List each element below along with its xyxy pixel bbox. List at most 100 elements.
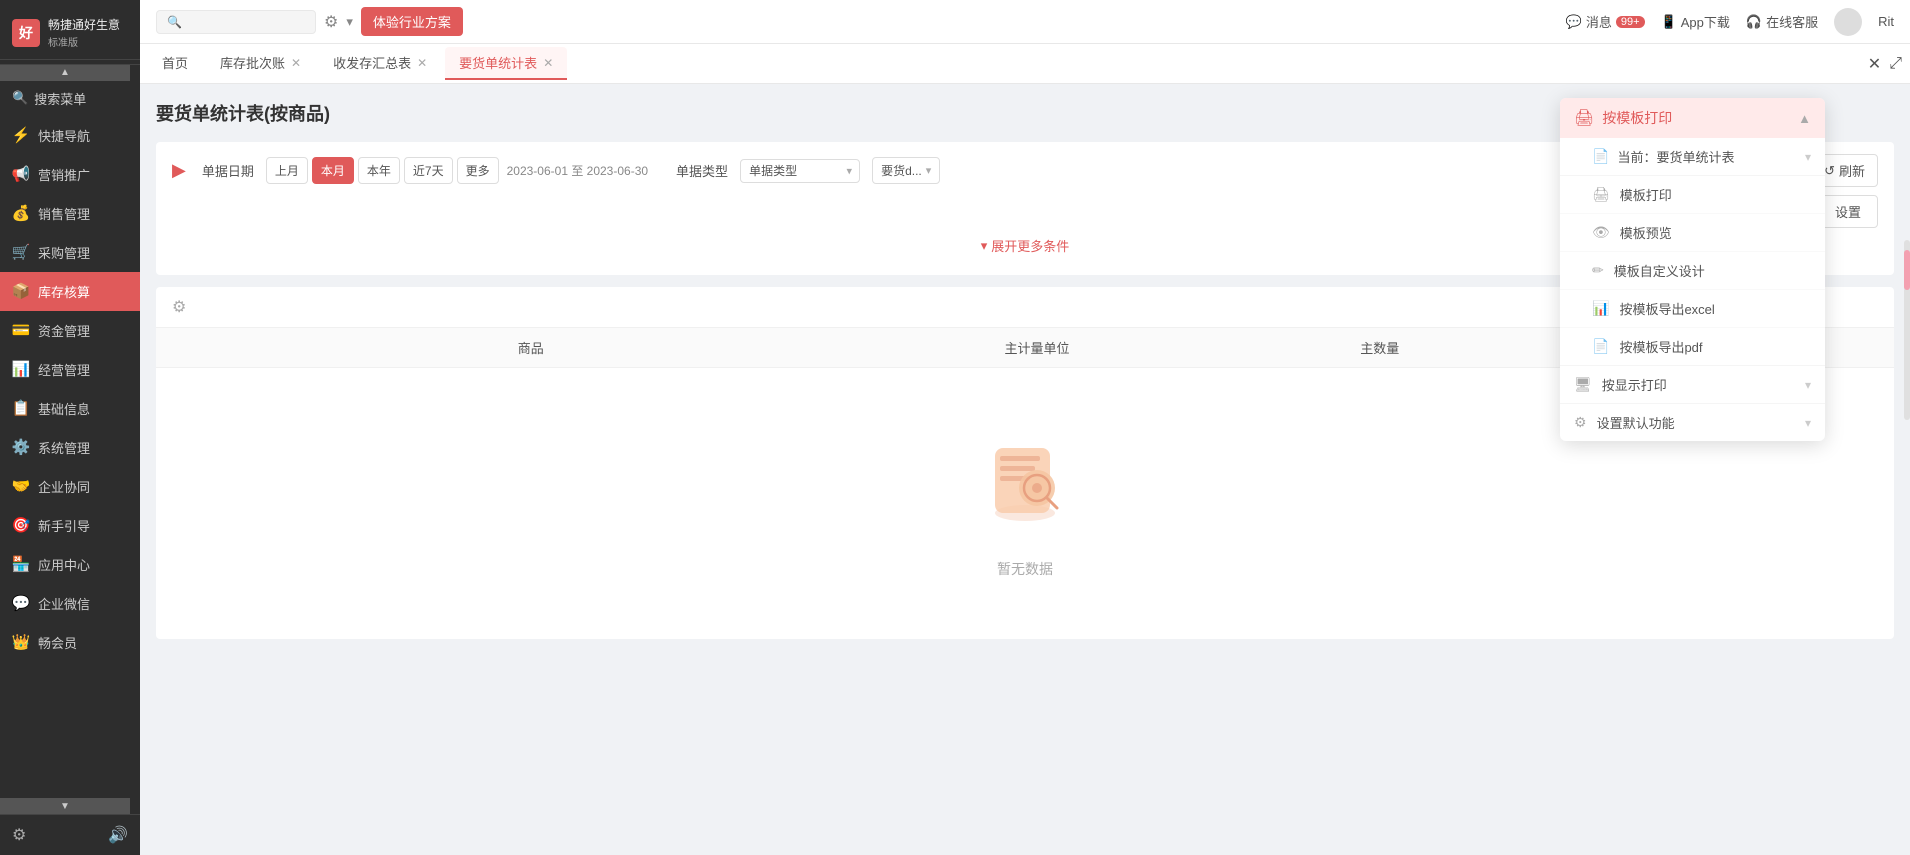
user-avatar[interactable] xyxy=(1834,8,1862,36)
guide-icon: 🎯 xyxy=(12,516,30,534)
default-func-left: ⚙ 设置默认功能 xyxy=(1574,413,1675,432)
sidebar-scroll-down[interactable]: ▼ xyxy=(0,798,130,814)
sidebar-item-label: 销售管理 xyxy=(38,204,90,223)
sidebar-search[interactable]: 🔍 搜索菜单 xyxy=(0,81,140,116)
tab-home[interactable]: 首页 xyxy=(148,47,202,80)
current-template-icon: 📄 xyxy=(1592,148,1609,165)
display-print-label: 按显示打印 xyxy=(1602,375,1667,394)
sidebar-item-label: 应用中心 xyxy=(38,555,90,574)
expand-down-icon: ▾ xyxy=(981,238,988,254)
topbar-search-icon: 🔍 xyxy=(167,15,182,29)
order-type-filter-label: 要货d... xyxy=(881,162,922,179)
app-download-button[interactable]: 📱 App下载 xyxy=(1661,12,1730,31)
display-print-item[interactable]: 🖥 按显示打印 ▾ xyxy=(1560,366,1825,404)
date-btn-last-7days[interactable]: 近7天 xyxy=(404,157,453,184)
template-excel-item[interactable]: 📊 按模板导出excel xyxy=(1560,290,1825,328)
volume-icon[interactable]: 🔊 xyxy=(108,825,128,845)
default-func-icon: ⚙ xyxy=(1574,414,1587,431)
operations-icon: 📊 xyxy=(12,360,30,378)
sidebar-item-marketing[interactable]: 📢 营销推广 xyxy=(0,155,140,194)
wechat-icon: 💬 xyxy=(12,594,30,612)
sales-icon: 💰 xyxy=(12,204,30,222)
template-pdf-label: 按模板导出pdf xyxy=(1619,337,1702,356)
topbar-right: 💬 消息 99+ 📱 App下载 🎧 在线客服 Rit xyxy=(1566,8,1894,36)
template-pdf-item[interactable]: 📄 按模板导出pdf xyxy=(1560,328,1825,366)
tabs-right-actions: ✕ ⤢ xyxy=(1868,54,1902,74)
sidebar-item-label: 新手引导 xyxy=(38,516,90,535)
topbar-gear-icon[interactable]: ⚙ xyxy=(324,12,338,32)
sidebar-item-finance[interactable]: 💳 资金管理 xyxy=(0,311,140,350)
tab-order-summary-close[interactable]: ✕ xyxy=(543,56,553,70)
sidebar-item-label: 企业协同 xyxy=(38,477,90,496)
print-dropdown-collapse-icon[interactable]: ▲ xyxy=(1798,111,1811,126)
setting-button[interactable]: 设置 xyxy=(1818,195,1878,228)
sidebar-item-wechat[interactable]: 💬 企业微信 xyxy=(0,584,140,623)
scrollbar-thumb[interactable] xyxy=(1904,250,1910,290)
sidebar-item-sales[interactable]: 💰 销售管理 xyxy=(0,194,140,233)
date-buttons: 上月 本月 本年 近7天 更多 2023-06-01 至 2023-06-30 xyxy=(266,157,648,184)
sidebar-item-appstore[interactable]: 🏪 应用中心 xyxy=(0,545,140,584)
tab-inventory-batch[interactable]: 库存批次账 ✕ xyxy=(206,47,315,80)
topbar-dropdown-icon[interactable]: ▾ xyxy=(346,14,353,30)
refresh-label: 刷新 xyxy=(1839,161,1865,180)
tabs-bar: 首页 库存批次账 ✕ 收发存汇总表 ✕ 要货单统计表 ✕ ✕ ⤢ xyxy=(140,44,1910,84)
online-support-label: 在线客服 xyxy=(1766,12,1818,31)
messages-label: 消息 xyxy=(1586,12,1612,31)
sidebar-item-guide[interactable]: 🎯 新手引导 xyxy=(0,506,140,545)
settings-icon[interactable]: ⚙ xyxy=(12,825,26,845)
print-dropdown-header-title: 按模板打印 xyxy=(1602,108,1672,128)
sidebar-item-label: 资金管理 xyxy=(38,321,90,340)
sidebar-item-system[interactable]: ⚙️ 系统管理 xyxy=(0,428,140,467)
col-quantity: 主数量 xyxy=(1208,328,1551,367)
tab-maximize[interactable]: ⤢ xyxy=(1889,55,1902,73)
template-design-item[interactable]: ✏ 模板自定义设计 xyxy=(1560,252,1825,290)
sidebar-item-operations[interactable]: 📊 经营管理 xyxy=(0,350,140,389)
template-preview-item[interactable]: 👁 模板预览 xyxy=(1560,214,1825,252)
date-range-display: 2023-06-01 至 2023-06-30 xyxy=(507,162,648,179)
type-select[interactable]: 单据类型 xyxy=(740,159,860,183)
expand-more-label: 展开更多条件 xyxy=(991,236,1069,255)
sidebar-item-basic[interactable]: 📋 基础信息 xyxy=(0,389,140,428)
order-type-filter[interactable]: 要货d... ▾ xyxy=(872,157,940,184)
sidebar-item-inventory[interactable]: 📦 库存核算 xyxy=(0,272,140,311)
print-dropdown-menu: 🖨 按模板打印 ▲ 📄 当前：要货单统计表 ▾ 🖨 模板打印 👁 模板预览 ✏ … xyxy=(1560,98,1825,441)
date-btn-more[interactable]: 更多 xyxy=(457,157,499,184)
tab-receipt-summary-close[interactable]: ✕ xyxy=(417,56,427,70)
topbar-search-box[interactable]: 🔍 xyxy=(156,10,316,34)
template-pdf-icon: 📄 xyxy=(1592,338,1609,355)
display-print-icon: 🖥 xyxy=(1574,376,1592,393)
type-filter-label: 单据类型 xyxy=(676,161,728,180)
default-func-item[interactable]: ⚙ 设置默认功能 ▾ xyxy=(1560,404,1825,441)
sidebar-search-label: 搜索菜单 xyxy=(34,89,86,108)
sidebar-item-member[interactable]: 👑 畅会员 xyxy=(0,623,140,662)
filter-expand-icon[interactable]: ▶ xyxy=(172,160,186,181)
template-preview-label: 模板预览 xyxy=(1620,223,1672,242)
expand-more-btn[interactable]: ▾ 展开更多条件 xyxy=(981,236,1070,255)
sidebar-item-label: 畅会员 xyxy=(38,633,77,652)
topbar-left: 🔍 ⚙ ▾ 体验行业方案 xyxy=(156,7,463,36)
industry-solution-button[interactable]: 体验行业方案 xyxy=(361,7,463,36)
tab-inventory-batch-close[interactable]: ✕ xyxy=(291,56,301,70)
template-print-item[interactable]: 🖨 模板打印 xyxy=(1560,176,1825,214)
sidebar-item-quick-nav[interactable]: ⚡ 快捷导航 xyxy=(0,116,140,155)
sidebar-item-purchase[interactable]: 🛒 采购管理 xyxy=(0,233,140,272)
messages-button[interactable]: 💬 消息 99+ xyxy=(1566,12,1645,31)
refresh-icon: ↺ xyxy=(1824,163,1835,179)
sidebar-scroll-up[interactable]: ▲ xyxy=(0,65,130,81)
sidebar-bottom: ⚙ 🔊 xyxy=(0,814,140,855)
purchase-icon: 🛒 xyxy=(12,243,30,261)
support-icon: 🎧 xyxy=(1746,14,1762,30)
table-settings-icon[interactable]: ⚙ xyxy=(172,297,186,317)
current-template-item[interactable]: 📄 当前：要货单统计表 ▾ xyxy=(1560,138,1825,176)
date-btn-last-month[interactable]: 上月 xyxy=(266,157,308,184)
online-support-button[interactable]: 🎧 在线客服 xyxy=(1746,12,1818,31)
template-preview-icon: 👁 xyxy=(1592,224,1610,241)
tab-window-close[interactable]: ✕ xyxy=(1868,54,1881,74)
tab-order-summary[interactable]: 要货单统计表 ✕ xyxy=(445,47,567,80)
date-btn-this-year[interactable]: 本年 xyxy=(358,157,400,184)
tab-receipt-summary[interactable]: 收发存汇总表 ✕ xyxy=(319,47,441,80)
sidebar-item-label: 基础信息 xyxy=(38,399,90,418)
print-dropdown-header-icon: 🖨 xyxy=(1574,108,1594,128)
date-btn-this-month[interactable]: 本月 xyxy=(312,157,354,184)
sidebar-item-collab[interactable]: 🤝 企业协同 xyxy=(0,467,140,506)
